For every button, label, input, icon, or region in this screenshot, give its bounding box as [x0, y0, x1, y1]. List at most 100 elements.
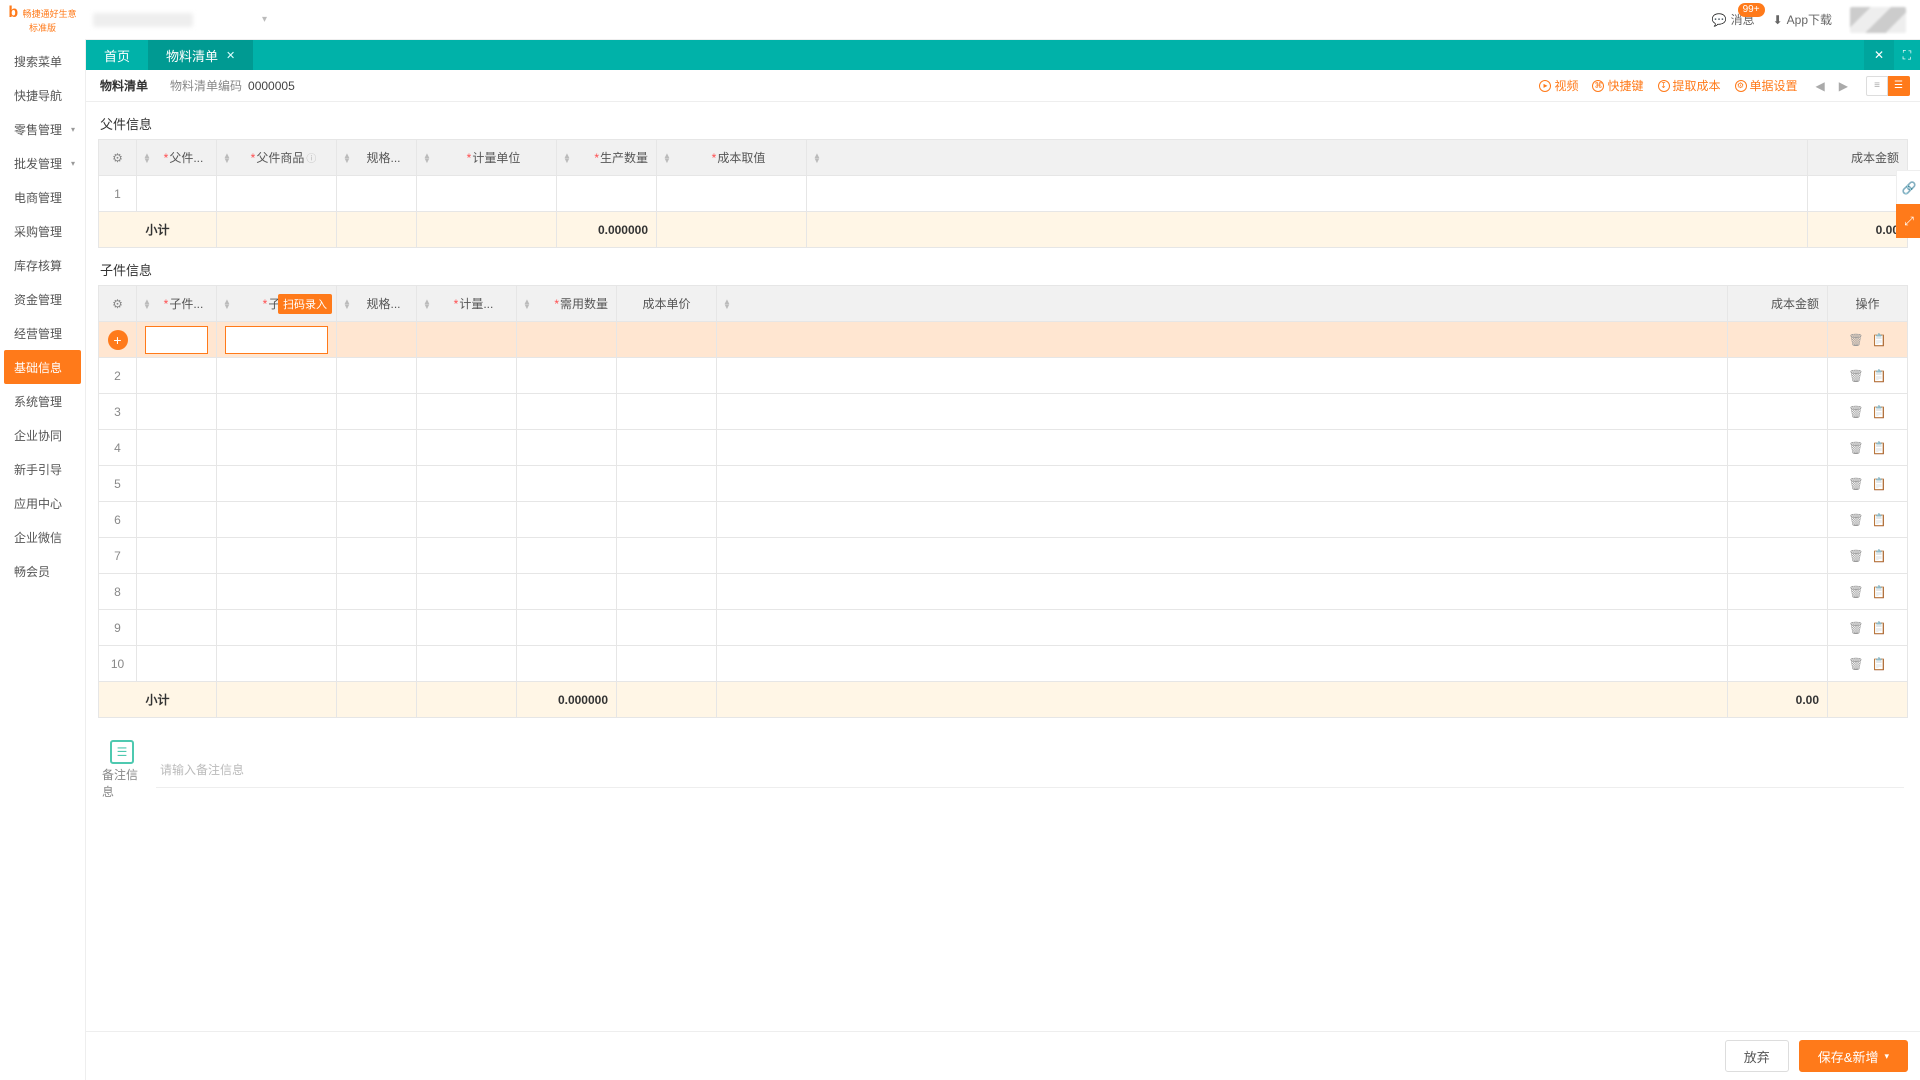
- chevron-down-icon: ▾: [71, 159, 75, 168]
- col-parent-spec[interactable]: ▲▼规格...: [337, 140, 417, 176]
- chat-icon: 💬: [1712, 13, 1727, 27]
- col-child-qty[interactable]: ▲▼*需用数量: [517, 286, 617, 322]
- child-row[interactable]: 6🗑📋: [99, 502, 1908, 538]
- sidebar-item-应用中心[interactable]: 应用中心: [0, 486, 85, 520]
- delete-row-button[interactable]: 🗑: [1848, 585, 1863, 599]
- sidebar-item-系统管理[interactable]: 系统管理: [0, 384, 85, 418]
- delete-row-button[interactable]: 🗑: [1848, 333, 1863, 347]
- tab-home[interactable]: 首页: [86, 40, 148, 70]
- delete-row-button[interactable]: 🗑: [1848, 369, 1863, 383]
- delete-row-button[interactable]: 🗑: [1848, 657, 1863, 671]
- sidebar-item-快捷导航[interactable]: 快捷导航: [0, 78, 85, 112]
- child-code-input[interactable]: [145, 326, 208, 354]
- child-row[interactable]: 3🗑📋: [99, 394, 1908, 430]
- col-child-code[interactable]: ▲▼*子件...: [137, 286, 217, 322]
- copy-row-button[interactable]: 📋: [1872, 513, 1887, 527]
- expand-button[interactable]: ⤢: [1896, 204, 1920, 238]
- copy-row-button[interactable]: 📋: [1872, 369, 1887, 383]
- fullscreen-icon[interactable]: ⛶: [1894, 40, 1920, 70]
- app-download-button[interactable]: ⬇ App下载: [1773, 11, 1832, 28]
- shop-selector[interactable]: ▾: [85, 5, 275, 35]
- col-parent-qty[interactable]: ▲▼*生产数量: [557, 140, 657, 176]
- col-child-price[interactable]: 成本单价: [617, 286, 717, 322]
- col-parent-costsrc[interactable]: ▲▼*成本取值: [657, 140, 807, 176]
- copy-row-button[interactable]: 📋: [1872, 657, 1887, 671]
- save-and-new-button[interactable]: 保存&新增▾: [1799, 1040, 1908, 1072]
- child-row[interactable]: 8🗑📋: [99, 574, 1908, 610]
- tool-extract-cost[interactable]: ↧提取成本: [1658, 77, 1721, 94]
- copy-row-button[interactable]: 📋: [1872, 405, 1887, 419]
- col-child-product[interactable]: ▲▼*子件商扫码录入: [217, 286, 337, 322]
- user-avatar[interactable]: [1850, 7, 1906, 33]
- tab-close-all[interactable]: ✕: [1864, 40, 1894, 70]
- delete-row-button[interactable]: 🗑: [1848, 477, 1863, 491]
- child-row[interactable]: 5🗑📋: [99, 466, 1908, 502]
- child-row[interactable]: 10🗑📋: [99, 646, 1908, 682]
- child-row[interactable]: 9🗑📋: [99, 610, 1908, 646]
- bom-code-label: 物料清单编码: [170, 77, 242, 94]
- child-row[interactable]: 2🗑📋: [99, 358, 1908, 394]
- copy-row-button[interactable]: 📋: [1872, 441, 1887, 455]
- delete-row-button[interactable]: 🗑: [1848, 405, 1863, 419]
- col-parent-product[interactable]: ▲▼*父件商品ⓘ: [217, 140, 337, 176]
- sidebar-item-新手引导[interactable]: 新手引导: [0, 452, 85, 486]
- copy-row-button[interactable]: 📋: [1872, 333, 1887, 347]
- sidebar-item-批发管理[interactable]: 批发管理▾: [0, 146, 85, 180]
- sidebar-item-资金管理[interactable]: 资金管理: [0, 282, 85, 316]
- subtab-bom[interactable]: 物料清单: [86, 70, 162, 101]
- column-settings-button[interactable]: ⚙: [99, 286, 137, 322]
- gear-icon: ⚙: [1735, 80, 1747, 92]
- tool-video[interactable]: ▸视频: [1539, 77, 1578, 94]
- child-table: ⚙ ▲▼*子件... ▲▼*子件商扫码录入 ▲▼规格... ▲▼*计量... ▲…: [98, 285, 1908, 718]
- copy-row-button[interactable]: 📋: [1872, 549, 1887, 563]
- sidebar-item-基础信息[interactable]: 基础信息: [4, 350, 81, 384]
- delete-row-button[interactable]: 🗑: [1848, 621, 1863, 635]
- column-settings-button[interactable]: ⚙: [99, 140, 137, 176]
- brand-logo: b 畅捷通好生意 标准版: [0, 0, 85, 40]
- sidebar-item-搜索菜单[interactable]: 搜索菜单: [0, 44, 85, 78]
- attachment-button[interactable]: 🔗: [1896, 170, 1920, 204]
- add-row-button[interactable]: +: [108, 330, 128, 350]
- child-row[interactable]: 7🗑📋: [99, 538, 1908, 574]
- parent-row[interactable]: 1: [99, 176, 1908, 212]
- col-parent-unit[interactable]: ▲▼*计量单位: [417, 140, 557, 176]
- sidebar-item-企业协同[interactable]: 企业协同: [0, 418, 85, 452]
- scan-input-chip[interactable]: 扫码录入: [278, 294, 332, 314]
- bottom-action-bar: 放弃 保存&新增▾: [86, 1031, 1920, 1080]
- col-parent-code[interactable]: ▲▼*父件...: [137, 140, 217, 176]
- sidebar-item-采购管理[interactable]: 采购管理: [0, 214, 85, 248]
- child-product-input[interactable]: [225, 326, 328, 354]
- view-detail-button[interactable]: ☰: [1888, 76, 1910, 96]
- remark-input[interactable]: [156, 753, 1904, 788]
- copy-row-button[interactable]: 📋: [1872, 621, 1887, 635]
- child-row[interactable]: 4🗑📋: [99, 430, 1908, 466]
- delete-row-button[interactable]: 🗑: [1848, 549, 1863, 563]
- sidebar-item-电商管理[interactable]: 电商管理: [0, 180, 85, 214]
- message-count-badge: 99+: [1738, 3, 1765, 17]
- col-child-amount[interactable]: 成本金额: [1728, 286, 1828, 322]
- tab-bom[interactable]: 物料清单 ✕: [148, 40, 253, 70]
- col-child-unit[interactable]: ▲▼*计量...: [417, 286, 517, 322]
- col-parent-amount[interactable]: 成本金额: [1808, 140, 1908, 176]
- messages-button[interactable]: 💬 消息 99+: [1712, 11, 1755, 28]
- col-child-spec[interactable]: ▲▼规格...: [337, 286, 417, 322]
- next-doc-button[interactable]: ▶: [1835, 77, 1852, 95]
- sidebar-item-企业微信[interactable]: 企业微信: [0, 520, 85, 554]
- sidebar-item-零售管理[interactable]: 零售管理▾: [0, 112, 85, 146]
- tool-doc-setting[interactable]: ⚙单据设置: [1735, 77, 1798, 94]
- prev-doc-button[interactable]: ◀: [1812, 77, 1829, 95]
- sidebar-item-库存核算[interactable]: 库存核算: [0, 248, 85, 282]
- help-icon: ⓘ: [306, 154, 316, 165]
- close-icon[interactable]: ✕: [226, 49, 235, 62]
- sidebar-item-畅会员[interactable]: 畅会员: [0, 554, 85, 588]
- parent-table: ⚙ ▲▼*父件... ▲▼*父件商品ⓘ ▲▼规格... ▲▼*计量单位 ▲▼*生…: [98, 139, 1908, 248]
- child-row[interactable]: + 🗑 📋: [99, 322, 1908, 358]
- copy-row-button[interactable]: 📋: [1872, 585, 1887, 599]
- sidebar-item-经营管理[interactable]: 经营管理: [0, 316, 85, 350]
- delete-row-button[interactable]: 🗑: [1848, 441, 1863, 455]
- view-list-button[interactable]: ≡: [1866, 76, 1888, 96]
- delete-row-button[interactable]: 🗑: [1848, 513, 1863, 527]
- tool-hotkey[interactable]: ⌘快捷键: [1592, 77, 1643, 94]
- copy-row-button[interactable]: 📋: [1872, 477, 1887, 491]
- discard-button[interactable]: 放弃: [1725, 1040, 1789, 1072]
